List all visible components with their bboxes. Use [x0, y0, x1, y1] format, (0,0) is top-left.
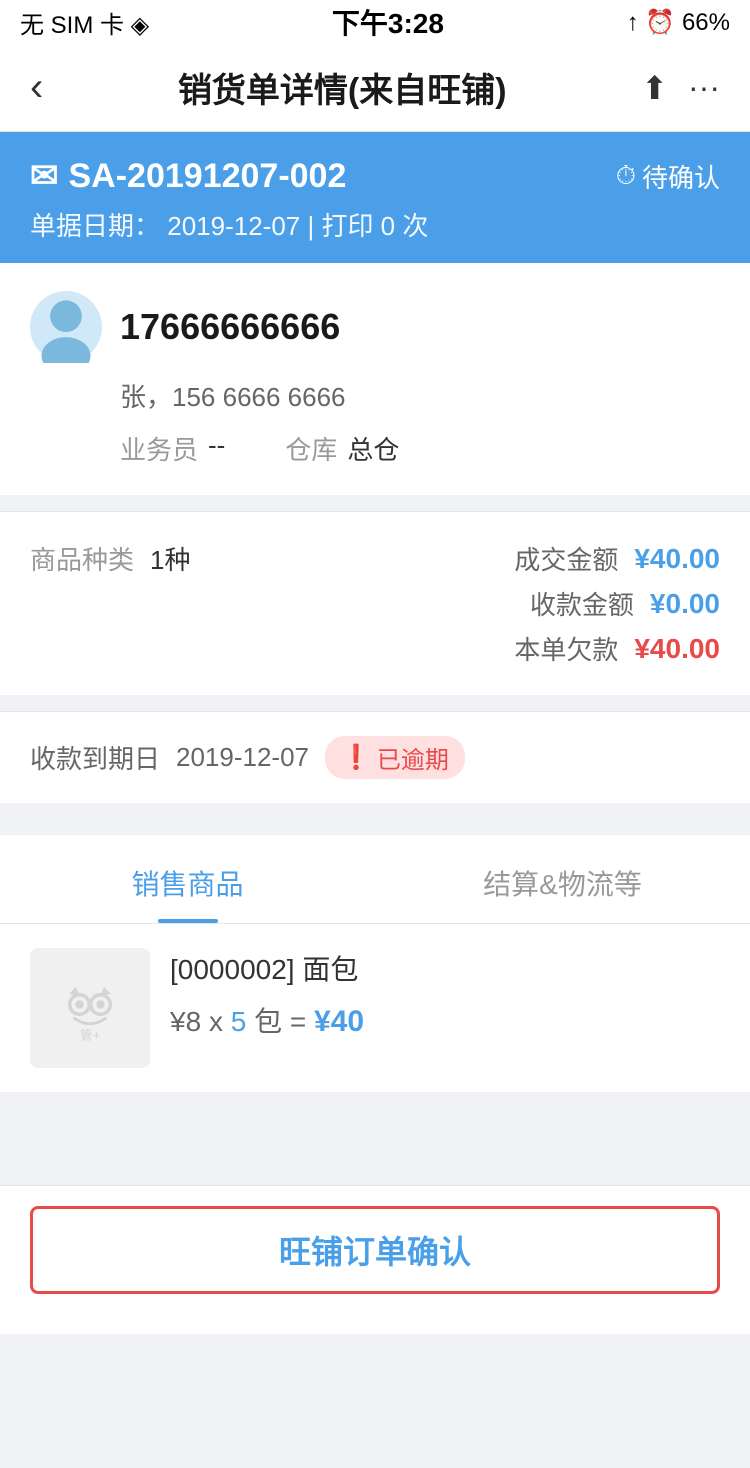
status-left: 无 SIM 卡 ◈ — [20, 5, 149, 40]
nav-right: ⬆ ··· — [641, 69, 720, 107]
sales-value: -- — [208, 430, 225, 467]
date-label: 单据日期： — [30, 211, 160, 241]
sim-label: 无 SIM 卡 ◈ — [20, 5, 149, 40]
customer-sub-info: 张，156 6666 6666 — [30, 377, 720, 414]
battery-label: ↑ ⏰ 66% — [627, 8, 730, 37]
confirm-order-button[interactable]: 旺铺订单确认 — [30, 1206, 720, 1294]
more-icon[interactable]: ··· — [688, 69, 720, 106]
unit: 包 — [254, 1006, 282, 1037]
deal-amount-row: 成交金额 ¥40.00 — [514, 540, 720, 577]
product-name: [0000002] 面包 — [170, 948, 720, 988]
product-list: 管+ [0000002] 面包 ¥8 x 5 包 = ¥40 — [0, 924, 750, 1092]
equal-sign: = — [290, 1006, 314, 1037]
tab-sales-products[interactable]: 销售商品 — [0, 835, 375, 923]
page-title: 销货单详情(来自旺铺) — [178, 63, 507, 112]
due-date-value: 2019-12-07 — [176, 742, 309, 773]
order-header: ✉ SA-20191207-002 ⏱ 待确认 单据日期： 2019-12-07… — [0, 132, 750, 263]
confirm-button-label: 旺铺订单确认 — [279, 1227, 471, 1273]
type-label: 商品种类 — [30, 540, 134, 577]
tabs-bar: 销售商品 结算&物流等 — [0, 835, 750, 924]
multiply-sign: x — [209, 1006, 231, 1037]
nav-left: ‹ — [30, 65, 43, 110]
total-price: ¥40 — [314, 1005, 364, 1038]
status-bar: 无 SIM 卡 ◈ 下午3:28 ↑ ⏰ 66% — [0, 0, 750, 44]
order-status: ⏱ 待确认 — [616, 158, 720, 195]
warehouse-label: 仓库 — [285, 430, 337, 467]
tab-settlement-label: 结算&物流等 — [483, 869, 642, 900]
status-clock-icon: ⏱ — [616, 160, 636, 192]
tab-sales-products-label: 销售商品 — [131, 869, 243, 900]
debt-label: 本单欠款 — [514, 630, 618, 667]
product-thumb-icon: 管+ — [55, 973, 125, 1043]
due-date-card: 收款到期日 2019-12-07 ❗ 已逾期 — [0, 712, 750, 803]
order-id-value: SA-20191207-002 — [69, 157, 347, 196]
status-label: 待确认 — [642, 158, 720, 195]
overdue-badge: ❗ 已逾期 — [325, 736, 465, 779]
order-id-icon: ✉ — [30, 156, 59, 196]
print-info: | 打印 0 次 — [307, 211, 428, 241]
tab-settlement[interactable]: 结算&物流等 — [375, 835, 750, 923]
sales-meta: 业务员 -- — [120, 430, 225, 467]
svg-text:管+: 管+ — [80, 1029, 100, 1043]
product-code: [0000002] — [170, 954, 295, 985]
nav-bar: ‹ 销货单详情(来自旺铺) ⬆ ··· — [0, 44, 750, 132]
status-time: 下午3:28 — [332, 2, 444, 42]
status-right: ↑ ⏰ 66% — [627, 8, 730, 37]
deal-amount-label: 成交金额 — [514, 540, 618, 577]
type-value: 1种 — [150, 540, 190, 577]
back-button[interactable]: ‹ — [30, 65, 43, 110]
share-icon[interactable]: ⬆ — [641, 69, 668, 107]
debt-value: ¥40.00 — [634, 633, 720, 665]
order-id: ✉ SA-20191207-002 — [30, 156, 346, 196]
payment-amount-row: 收款金额 ¥0.00 — [530, 585, 720, 622]
sales-label: 业务员 — [120, 430, 198, 467]
overdue-label: 已逾期 — [377, 740, 449, 775]
avatar — [30, 291, 102, 363]
quantity: 5 — [231, 1006, 247, 1037]
order-date: 单据日期： 2019-12-07 | 打印 0 次 — [30, 206, 720, 243]
customer-card: 17666666666 张，156 6666 6666 业务员 -- 仓库 总仓 — [0, 263, 750, 495]
warehouse-value: 总仓 — [347, 430, 399, 467]
summary-card: 商品种类 1种 成交金额 ¥40.00 收款金额 ¥0.00 本单欠款 ¥40.… — [0, 512, 750, 695]
payment-amount-value: ¥0.00 — [650, 588, 720, 620]
order-id-row: ✉ SA-20191207-002 ⏱ 待确认 — [30, 156, 720, 196]
warehouse-meta: 仓库 总仓 — [285, 430, 399, 467]
confirm-button-container: 旺铺订单确认 — [0, 1185, 750, 1334]
amounts-section: 成交金额 ¥40.00 收款金额 ¥0.00 本单欠款 ¥40.00 — [514, 540, 720, 667]
customer-phone: 17666666666 — [120, 306, 340, 348]
product-info: [0000002] 面包 ¥8 x 5 包 = ¥40 — [170, 948, 720, 1040]
product-type: 商品种类 1种 — [30, 540, 190, 577]
customer-top: 17666666666 — [30, 291, 720, 363]
date-value: 2019-12-07 — [167, 211, 300, 241]
due-date-label: 收款到期日 — [30, 739, 160, 776]
product-thumbnail: 管+ — [30, 948, 150, 1068]
unit-price: ¥8 — [170, 1006, 201, 1037]
divider3 — [0, 819, 750, 835]
product-price-row: ¥8 x 5 包 = ¥40 — [170, 1000, 720, 1040]
payment-amount-label: 收款金额 — [530, 585, 634, 622]
table-row: 管+ [0000002] 面包 ¥8 x 5 包 = ¥40 — [30, 948, 720, 1068]
product-title: 面包 — [302, 954, 358, 985]
deal-amount-value: ¥40.00 — [634, 543, 720, 575]
customer-meta: 业务员 -- 仓库 总仓 — [30, 430, 720, 467]
overdue-icon: ❗ — [341, 743, 371, 772]
debt-amount-row: 本单欠款 ¥40.00 — [514, 630, 720, 667]
